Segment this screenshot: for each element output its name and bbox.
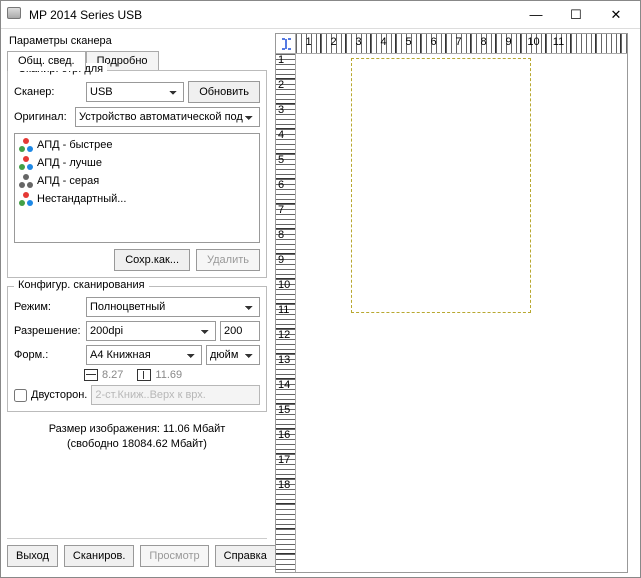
color-mode-icon	[19, 156, 33, 170]
title-bar: MP 2014 Series USB — ☐ ✕	[1, 1, 640, 29]
list-item[interactable]: АПД - быстрее	[17, 136, 257, 154]
unit-select[interactable]: дюйм	[206, 345, 260, 365]
color-mode-icon	[19, 192, 33, 206]
list-item[interactable]: АПД - лучше	[17, 154, 257, 172]
tab-general[interactable]: Общ. свед.	[7, 51, 86, 71]
color-mode-icon	[19, 174, 33, 188]
duplex-select: 2-ст.Книж..Верх к врх.	[91, 385, 260, 405]
height-icon	[137, 369, 151, 381]
scan-button[interactable]: Сканиров.	[64, 545, 134, 567]
ruler-v-numbers: 123456789101112131415161718	[278, 54, 290, 572]
minimize-button[interactable]: —	[516, 2, 556, 28]
maximize-button[interactable]: ☐	[556, 2, 596, 28]
resolution-label: Разрешение:	[14, 325, 82, 337]
ruler-h-numbers: 1234567891011	[296, 36, 627, 48]
preview-panel: 1234567891011 12345678910111213141516171…	[271, 29, 640, 577]
height-value: 11.69	[155, 369, 182, 381]
duplex-label: Двусторон.	[31, 389, 87, 401]
size-line2: (свободно 18084.62 Мбайт)	[7, 437, 267, 452]
help-button[interactable]: Справка	[215, 545, 276, 567]
ruler-corner	[276, 34, 296, 54]
resolution-select[interactable]: 200dpi	[86, 321, 216, 341]
close-button[interactable]: ✕	[596, 2, 636, 28]
format-select[interactable]: A4 Книжная	[86, 345, 202, 365]
size-info: Размер изображения: 11.06 Мбайт (свободн…	[7, 422, 267, 453]
text-cursor-icon	[279, 37, 293, 51]
preset-label: Нестандартный...	[37, 193, 126, 205]
preview-button[interactable]: Просмотр	[140, 545, 208, 567]
selection-rect[interactable]	[351, 58, 531, 313]
app-icon	[7, 7, 23, 23]
duplex-checkbox[interactable]	[14, 389, 27, 402]
color-mode-icon	[19, 138, 33, 152]
window-title: MP 2014 Series USB	[29, 8, 516, 22]
scan-for-group: Сканир. стр. для Сканер: USB Обновить Ор…	[7, 70, 267, 278]
mode-label: Режим:	[14, 301, 82, 313]
preset-list[interactable]: АПД - быстрее АПД - лучше АПД - серая Неста…	[14, 133, 260, 243]
size-line1: Размер изображения: 11.06 Мбайт	[7, 422, 267, 437]
config-group: Конфигур. сканирования Режим: Полноцветн…	[7, 286, 267, 412]
list-item[interactable]: Нестандартный...	[17, 190, 257, 208]
save-as-button[interactable]: Сохр.как...	[114, 249, 190, 271]
left-panel: Параметры сканера Общ. свед. Подробно Ск…	[1, 29, 271, 577]
refresh-button[interactable]: Обновить	[188, 81, 260, 103]
width-value: 8.27	[102, 369, 123, 381]
preset-label: АПД - серая	[37, 175, 99, 187]
tabs: Общ. свед. Подробно	[7, 51, 267, 71]
delete-button[interactable]: Удалить	[196, 249, 260, 271]
panel-title: Параметры сканера	[7, 33, 267, 49]
original-select[interactable]: Устройство автоматической под	[75, 107, 260, 127]
config-title: Конфигур. сканирования	[14, 279, 149, 291]
mode-select[interactable]: Полноцветный	[86, 297, 260, 317]
width-icon	[84, 369, 98, 381]
bottom-buttons: Выход Сканиров. Просмотр Справка	[7, 538, 267, 573]
preview-canvas[interactable]	[296, 54, 627, 572]
preview-area[interactable]: 1234567891011 12345678910111213141516171…	[275, 33, 628, 573]
scanner-label: Сканер:	[14, 86, 82, 98]
preset-label: АПД - лучше	[37, 157, 102, 169]
scanner-select[interactable]: USB	[86, 82, 184, 102]
list-item[interactable]: АПД - серая	[17, 172, 257, 190]
exit-button[interactable]: Выход	[7, 545, 58, 567]
resolution-input[interactable]	[220, 321, 260, 341]
original-label: Оригинал:	[14, 111, 71, 123]
format-label: Форм.:	[14, 349, 82, 361]
preset-label: АПД - быстрее	[37, 139, 112, 151]
